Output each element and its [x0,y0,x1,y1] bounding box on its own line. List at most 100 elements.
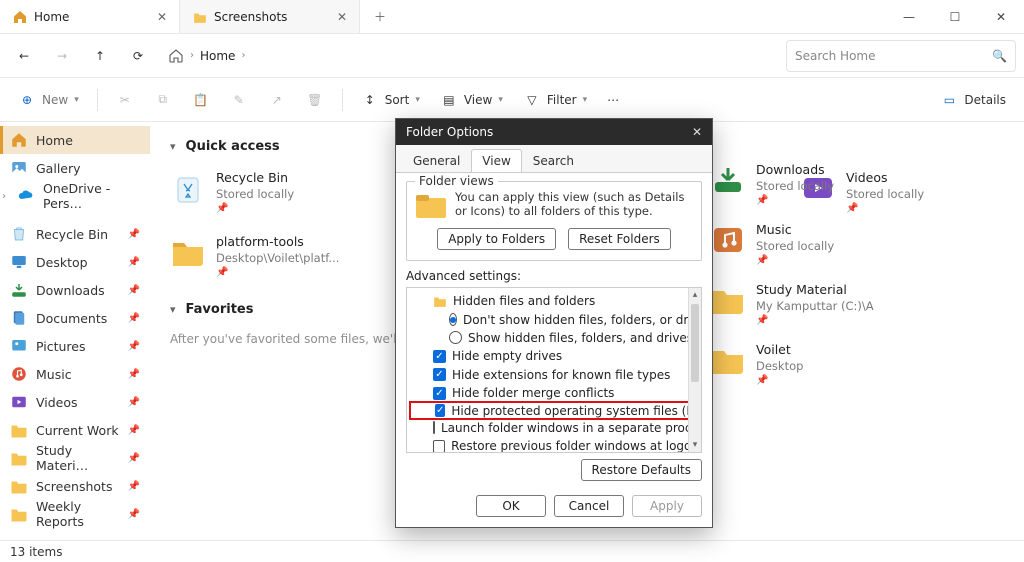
paste-button[interactable]: 📋 [184,84,218,116]
sidebar-item-music[interactable]: Music📌 [0,360,150,388]
pin-icon: 📌 [128,453,140,464]
setting-row[interactable]: ✓Hide folder merge conflicts [409,384,699,402]
delete-button[interactable]: 🗑 [298,84,332,116]
sidebar-item-documents[interactable]: Documents📌 [0,304,150,332]
cut-button[interactable]: ✂ [108,84,142,116]
checkbox[interactable] [433,421,435,434]
setting-row[interactable]: Hidden files and folders [409,292,699,310]
pin-icon: 📌 [756,314,874,328]
home-icon [168,48,184,64]
folder-views-text: You can apply this view (such as Details… [455,190,693,218]
sidebar-item-weeklyreports[interactable]: Weekly Reports📌 [0,500,150,528]
dialog-titlebar[interactable]: Folder Options ✕ [396,119,712,145]
chevron-down-icon: ▾ [583,95,588,105]
dialog-close-button[interactable]: ✕ [692,125,702,139]
filter-button[interactable]: ▽ Filter ▾ [515,84,595,116]
advanced-settings-label: Advanced settings: [406,269,702,283]
maximize-button[interactable]: ☐ [932,0,978,33]
close-button[interactable]: ✕ [978,0,1024,33]
setting-row[interactable]: ✓Hide protected operating system files (… [409,401,699,419]
radio[interactable] [449,313,457,326]
ok-button[interactable]: OK [476,495,546,517]
cancel-button[interactable]: Cancel [554,495,624,517]
sidebar-item-label: Downloads [36,283,105,298]
checkbox[interactable] [433,440,445,453]
sidebar-item-studymaterial[interactable]: Study Materi…📌 [0,444,150,472]
pin-icon: 📌 [128,313,140,324]
apply-to-folders-button[interactable]: Apply to Folders [437,228,556,250]
tab-close[interactable]: ✕ [157,10,167,24]
sidebar-item-desktop[interactable]: Desktop📌 [0,248,150,276]
tab-general[interactable]: General [402,149,471,172]
checkbox[interactable]: ✓ [435,404,445,417]
checkbox[interactable]: ✓ [433,350,446,363]
tab-close[interactable]: ✕ [337,10,347,24]
back-button[interactable]: ← [8,40,40,72]
pin-icon: 📌 [128,481,140,492]
chevron-down-icon: ▾ [498,95,503,105]
sidebar-item-recycle[interactable]: Recycle Bin📌 [0,220,150,248]
scroll-thumb[interactable] [691,304,699,382]
share-button[interactable]: ↗ [260,84,294,116]
checkbox[interactable]: ✓ [433,368,446,381]
view-button[interactable]: ▤ View ▾ [432,84,511,116]
sidebar-item-onedrive[interactable]: ›OneDrive - Pers… [0,182,150,210]
restore-defaults-button[interactable]: Restore Defaults [581,459,702,481]
reset-folders-button[interactable]: Reset Folders [568,228,671,250]
sidebar-item-label: Screenshots [36,479,112,494]
tile-voilet[interactable]: VoiletDesktop📌 [710,342,905,388]
breadcrumb[interactable]: › Home › [160,40,780,72]
sort-button[interactable]: ↕ Sort ▾ [353,84,428,116]
setting-label: Don't show hidden files, folders, or dri… [463,313,702,327]
pin-icon: 📌 [216,202,294,216]
tab-search[interactable]: Search [522,149,585,172]
more-button[interactable]: ⋯ [599,84,627,116]
tile-downloads[interactable]: DownloadsStored locally📌 [710,162,905,208]
details-button[interactable]: ▭ Details [932,84,1014,116]
screenshots-icon [10,477,28,495]
rename-icon: ✎ [230,91,248,109]
folder-views-icon [415,192,447,220]
search-input[interactable]: Search Home 🔍 [786,40,1016,72]
apply-button[interactable]: Apply [632,495,702,517]
radio[interactable] [449,331,462,344]
tab-view[interactable]: View [471,149,521,172]
setting-row[interactable]: ✓ Hide empty drives [409,347,699,365]
chevron-down-icon: ▾ [415,95,420,105]
tile-study-material[interactable]: Study MaterialMy Kamputtar (C:)\A📌 [710,282,905,328]
scroll-up-icon[interactable]: ▴ [689,288,701,302]
tile-platform-tools[interactable]: platform-toolsDesktop\Voilet\platf...📌 [170,234,365,280]
setting-label: Hide empty drives [452,349,562,363]
sidebar-item-downloads[interactable]: Downloads📌 [0,276,150,304]
sidebar-item-pictures[interactable]: Pictures📌 [0,332,150,360]
sidebar-item-videos[interactable]: Videos📌 [0,388,150,416]
scroll-down-icon[interactable]: ▾ [689,438,701,452]
sidebar-item-screenshots[interactable]: Screenshots 📌 [0,472,150,500]
tile-music[interactable]: MusicStored locally📌 [710,222,905,268]
sidebar-item-currentwork[interactable]: Current Work📌 [0,416,150,444]
setting-row[interactable]: Launch folder windows in a separate proc… [409,419,699,437]
setting-row[interactable]: Show hidden files, folders, and drives [409,329,699,347]
copy-button[interactable]: ⧉ [146,84,180,116]
tab-screenshots[interactable]: Screenshots ✕ [180,0,360,33]
sidebar-item-home[interactable]: Home [0,126,150,154]
tile-recycle-bin[interactable]: Recycle BinStored locally📌 [170,170,365,216]
sidebar-item-gallery[interactable]: Gallery [0,154,150,182]
forward-button[interactable]: → [46,40,78,72]
new-tab-button[interactable]: ＋ [360,0,400,33]
share-icon: ↗ [268,91,286,109]
rename-button[interactable]: ✎ [222,84,256,116]
study-icon [710,282,746,318]
refresh-button[interactable]: ⟳ [122,40,154,72]
checkbox[interactable]: ✓ [433,387,446,400]
new-button[interactable]: ⊕ New ▾ [10,84,87,116]
setting-row[interactable]: Don't show hidden files, folders, or dri… [409,310,699,328]
breadcrumb-item[interactable]: Home [200,49,235,63]
tab-home[interactable]: Home ✕ [0,0,180,33]
setting-row[interactable]: ✓Hide extensions for known file types [409,366,699,384]
setting-row[interactable]: Restore previous folder windows at logon [409,437,699,453]
minimize-button[interactable]: — [886,0,932,33]
up-button[interactable]: ↑ [84,40,116,72]
scrollbar[interactable]: ▴ ▾ [688,288,701,452]
advanced-settings-list[interactable]: Hidden files and folders Don't show hidde… [406,287,702,453]
